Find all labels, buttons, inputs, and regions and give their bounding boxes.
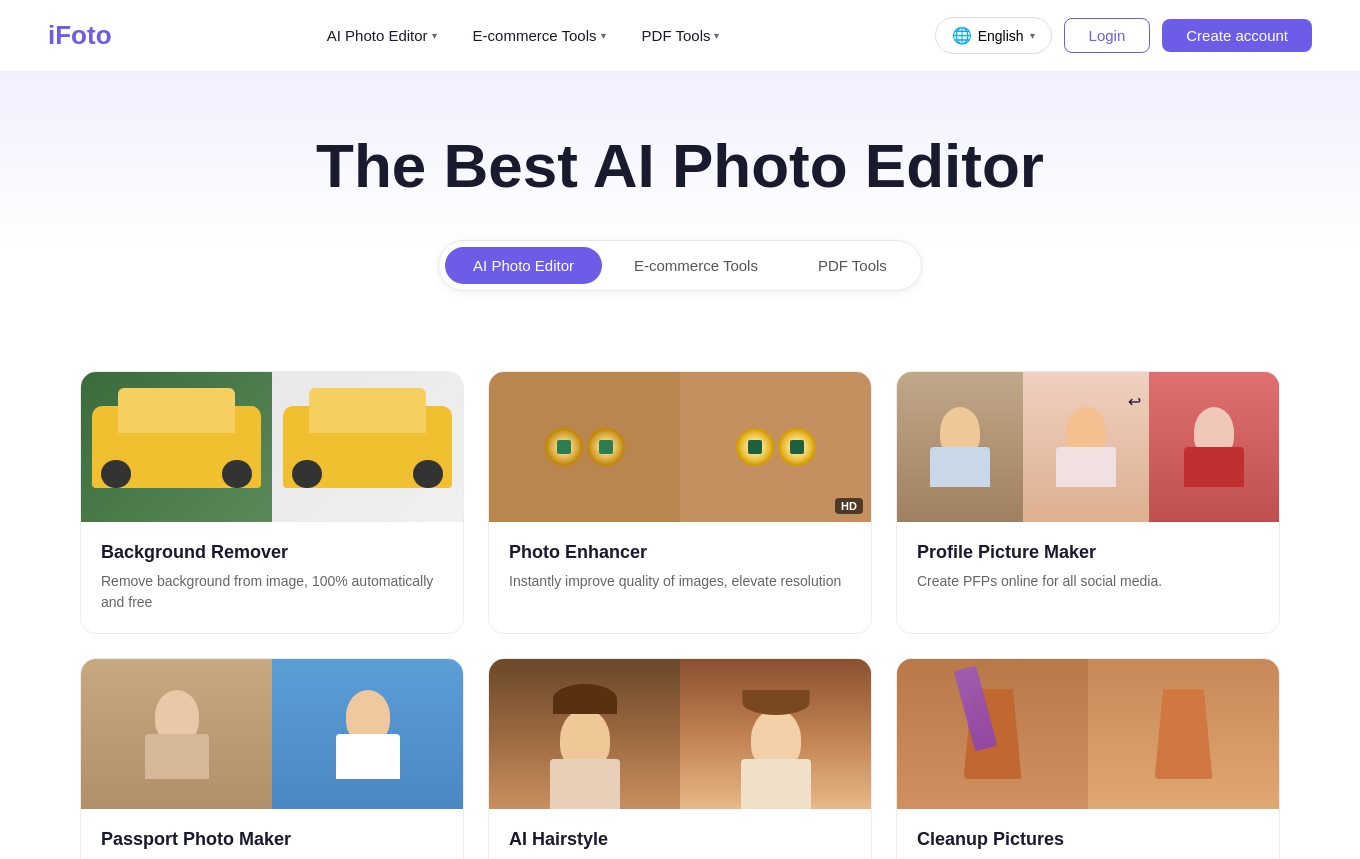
hairstyle-after <box>680 659 871 809</box>
card-image-hairstyle <box>489 659 871 809</box>
card-body-bg-remover: Background Remover Remove background fro… <box>81 522 463 633</box>
card-title-passport: Passport Photo Maker <box>101 829 443 850</box>
chevron-down-icon: ▾ <box>432 30 437 41</box>
nav-ecommerce-tools[interactable]: E-commerce Tools ▾ <box>459 19 620 52</box>
nav-ai-photo-editor-label: AI Photo Editor <box>327 27 428 44</box>
nav-pdf-tools[interactable]: PDF Tools ▾ <box>628 19 734 52</box>
passport-after <box>272 659 463 809</box>
nav-ai-photo-editor[interactable]: AI Photo Editor ▾ <box>313 19 451 52</box>
card-title-bg-remover: Background Remover <box>101 542 443 563</box>
hero-title: The Best AI Photo Editor <box>20 132 1340 200</box>
tabs-container: AI Photo Editor E-commerce Tools PDF Too… <box>20 240 1340 291</box>
profile-img-1 <box>897 372 1023 522</box>
logo[interactable]: iFoto <box>48 20 112 51</box>
header-right: 🌐 English ▾ Login Create account <box>935 17 1312 54</box>
card-title-profile: Profile Picture Maker <box>917 542 1259 563</box>
chevron-down-icon: ▾ <box>1030 30 1035 41</box>
cards-grid: Background Remover Remove background fro… <box>80 371 1280 859</box>
card-body-profile: Profile Picture Maker Create PFPs online… <box>897 522 1279 612</box>
card-body-photo-enhancer: Photo Enhancer Instantly improve quality… <box>489 522 871 612</box>
hairstyle-before <box>489 659 680 809</box>
car-image-before <box>81 372 272 522</box>
card-body-cleanup: Cleanup Pictures Remove unwanted objects… <box>897 809 1279 859</box>
globe-icon: 🌐 <box>952 26 972 45</box>
card-cleanup-pictures[interactable]: Cleanup Pictures Remove unwanted objects… <box>896 658 1280 859</box>
cleanup-after <box>1088 659 1279 809</box>
card-image-passport <box>81 659 463 809</box>
header: iFoto AI Photo Editor ▾ E-commerce Tools… <box>0 0 1360 72</box>
create-account-button[interactable]: Create account <box>1162 19 1312 52</box>
login-button[interactable]: Login <box>1064 18 1151 53</box>
tab-ecommerce-tools[interactable]: E-commerce Tools <box>606 247 786 284</box>
card-desc-photo-enhancer: Instantly improve quality of images, ele… <box>509 571 851 592</box>
cards-section: Background Remover Remove background fro… <box>0 371 1360 859</box>
card-image-bg-remover <box>81 372 463 522</box>
card-image-cleanup <box>897 659 1279 809</box>
jewelry-before <box>489 372 680 522</box>
card-image-photo-enhancer: HD <box>489 372 871 522</box>
passport-before <box>81 659 272 809</box>
hero-section: The Best AI Photo Editor AI Photo Editor… <box>0 72 1360 371</box>
card-passport-photo[interactable]: Passport Photo Maker Make passport photo… <box>80 658 464 859</box>
language-selector[interactable]: 🌐 English ▾ <box>935 17 1052 54</box>
language-label: English <box>978 28 1024 44</box>
card-desc-profile: Create PFPs online for all social media. <box>917 571 1259 592</box>
card-body-hairstyle: AI Hairstyle Try different hairstyles vi… <box>489 809 871 859</box>
profile-img-2: ↩ <box>1023 372 1149 522</box>
card-body-passport: Passport Photo Maker Make passport photo… <box>81 809 463 859</box>
card-desc-bg-remover: Remove background from image, 100% autom… <box>101 571 443 613</box>
tab-pdf-tools[interactable]: PDF Tools <box>790 247 915 284</box>
card-background-remover[interactable]: Background Remover Remove background fro… <box>80 371 464 634</box>
card-title-cleanup: Cleanup Pictures <box>917 829 1259 850</box>
card-title-photo-enhancer: Photo Enhancer <box>509 542 851 563</box>
car-image-after <box>272 372 463 522</box>
nav-ecommerce-label: E-commerce Tools <box>473 27 597 44</box>
main-nav: AI Photo Editor ▾ E-commerce Tools ▾ PDF… <box>313 19 734 52</box>
card-photo-enhancer[interactable]: HD Photo Enhancer Instantly improve qual… <box>488 371 872 634</box>
card-title-hairstyle: AI Hairstyle <box>509 829 851 850</box>
card-image-profile: ↩ <box>897 372 1279 522</box>
profile-img-3 <box>1149 372 1279 522</box>
tab-ai-photo-editor[interactable]: AI Photo Editor <box>445 247 602 284</box>
cleanup-before <box>897 659 1088 809</box>
category-tabs: AI Photo Editor E-commerce Tools PDF Too… <box>438 240 922 291</box>
chevron-down-icon: ▾ <box>714 30 719 41</box>
chevron-down-icon: ▾ <box>601 30 606 41</box>
hd-badge: HD <box>835 498 863 514</box>
card-profile-picture[interactable]: ↩ Profile Picture Maker Create PFPs onli… <box>896 371 1280 634</box>
card-ai-hairstyle[interactable]: AI Hairstyle Try different hairstyles vi… <box>488 658 872 859</box>
nav-pdf-label: PDF Tools <box>642 27 711 44</box>
